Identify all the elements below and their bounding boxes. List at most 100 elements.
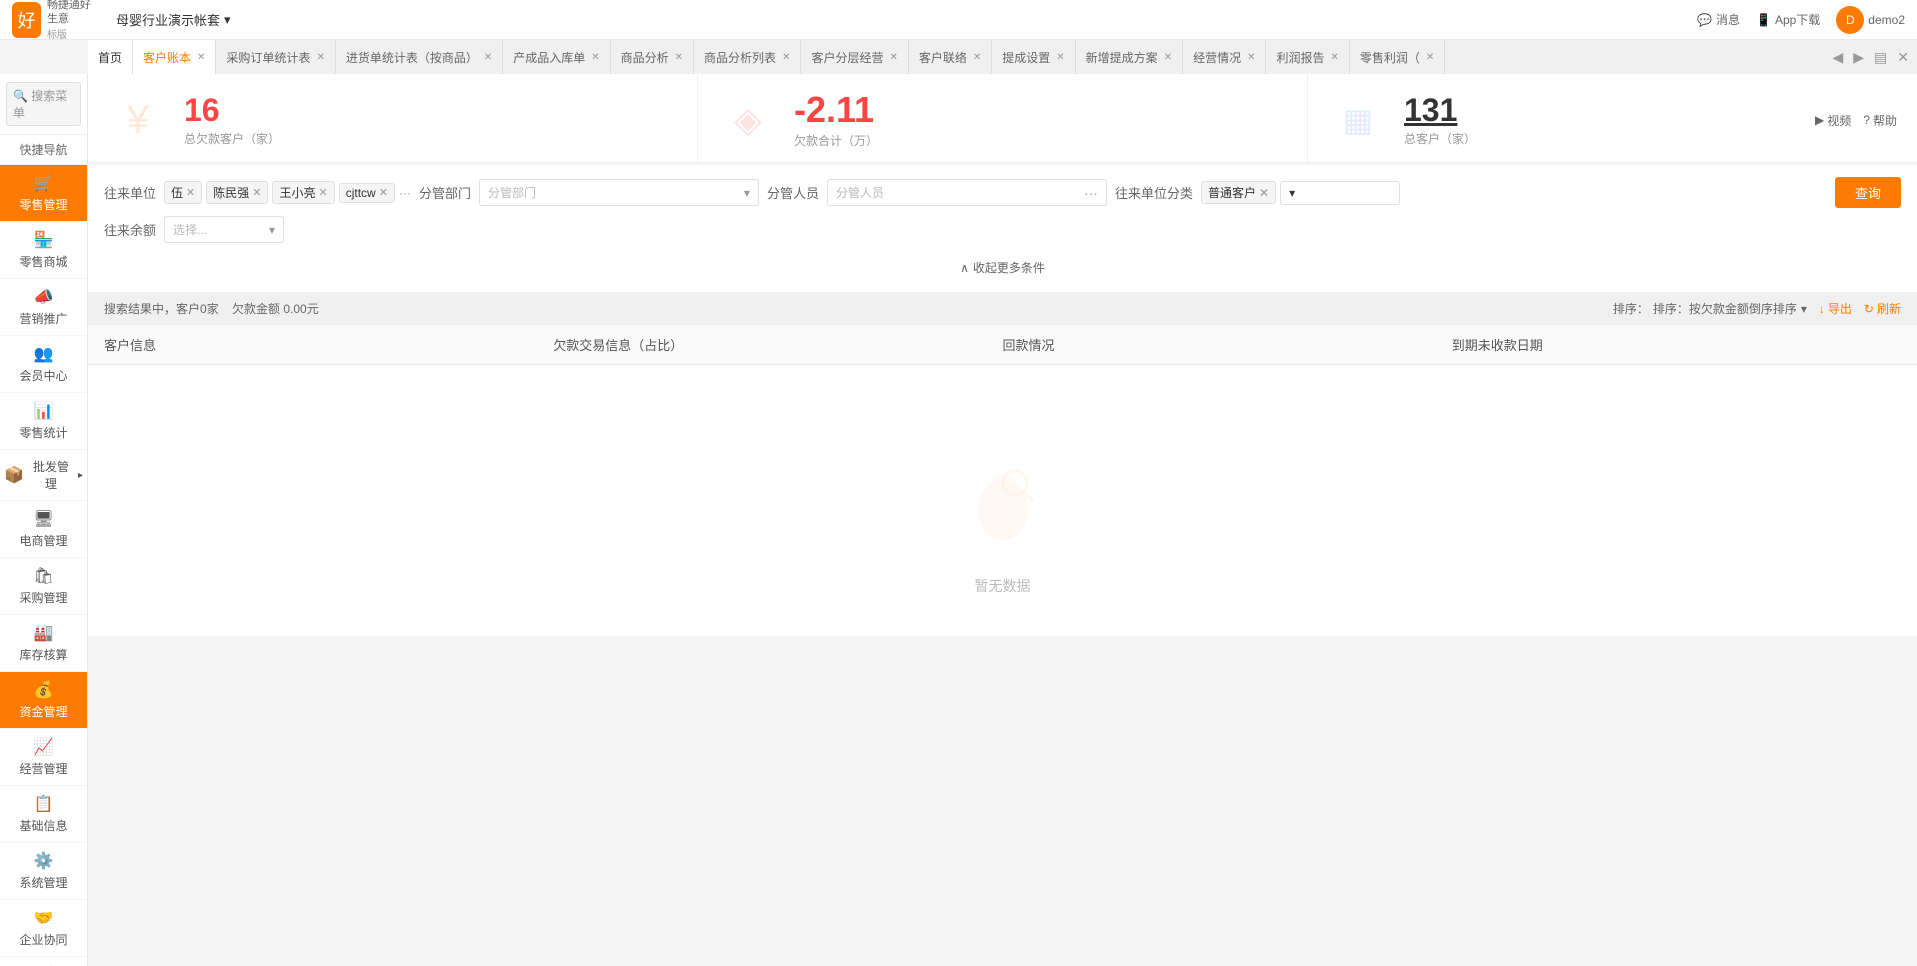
- logo-text: 畅捷通好生意: [47, 0, 100, 26]
- sidebar-item-ecommerce[interactable]: 🖥 电商管理: [0, 501, 87, 558]
- filter-tag-cjttcw[interactable]: cjttcw ✕: [339, 183, 395, 203]
- tab-close-all-btn[interactable]: ✕: [1893, 47, 1913, 68]
- tab-menu-btn[interactable]: ▤: [1870, 47, 1891, 68]
- sidebar-item-wholesale[interactable]: 📦 批发管理 ▸: [0, 450, 87, 501]
- col-header-4: 到期未收款日期: [1452, 335, 1901, 354]
- tab-promote-settings[interactable]: 提成设置 ✕: [992, 40, 1075, 74]
- filter-tag-wu[interactable]: 伍 ✕: [164, 181, 202, 204]
- dots-icon[interactable]: ···: [1084, 185, 1098, 201]
- filter-tag-chen[interactable]: 陈民强 ✕: [206, 181, 268, 204]
- operation-icon: 📈: [34, 737, 54, 757]
- sidebar-item-enterprise[interactable]: 🤝 企业协同: [0, 900, 87, 957]
- tab-label: 新增提成方案: [1086, 49, 1158, 66]
- close-icon[interactable]: ✕: [782, 52, 790, 63]
- main-content: ¥ 16 总欠款客户（家） ◈ -2.11 欠款合计（万） ▦ 131 总客户（…: [88, 74, 1917, 966]
- close-icon[interactable]: ✕: [675, 52, 683, 63]
- search-menu-btn[interactable]: 🔍 搜索菜单: [6, 82, 81, 126]
- sidebar-item-system[interactable]: ⚙️ 系统管理: [0, 843, 87, 900]
- chevron-down-icon: ▾: [1289, 186, 1295, 200]
- close-icon[interactable]: ✕: [316, 52, 324, 63]
- tag-close-icon[interactable]: ✕: [319, 186, 328, 199]
- empty-icon: [88, 445, 1917, 564]
- sidebar: 🔍 搜索菜单 快捷导航 🛒 零售管理 🏪 零售商城 📣 营销推广 👥 会员中心 …: [0, 74, 88, 966]
- sidebar-item-basic-info[interactable]: 📋 基础信息: [0, 786, 87, 843]
- tab-prev-btn[interactable]: ◀: [1828, 47, 1847, 68]
- tab-production[interactable]: 产成品入库单 ✕: [503, 40, 610, 74]
- tab-operation[interactable]: 经营情况 ✕: [1183, 40, 1266, 74]
- close-icon[interactable]: ✕: [1331, 52, 1339, 63]
- tab-label: 利润报告: [1276, 49, 1324, 66]
- shop-icon: 🏪: [34, 230, 54, 250]
- sidebar-item-zero-retail[interactable]: 🛒 零售管理: [0, 165, 87, 222]
- tab-next-btn[interactable]: ▶: [1849, 47, 1868, 68]
- sidebar-item-label: 企业协同: [19, 931, 67, 948]
- close-icon[interactable]: ✕: [1426, 52, 1434, 63]
- tab-customer-contact[interactable]: 客户联络 ✕: [909, 40, 992, 74]
- sidebar-item-retail-mall[interactable]: 🏪 零售商城: [0, 222, 87, 279]
- tag-close-icon[interactable]: ✕: [186, 186, 195, 199]
- classify-label: 往来单位分类: [1115, 183, 1193, 202]
- home-tab-label: 首页: [98, 49, 122, 66]
- sort-label: 排序：: [1613, 300, 1649, 317]
- results-bar-right: 排序： 排序：按欠款金额倒序排序 ▾ ↓ 导出 ↻ 刷新: [1613, 300, 1901, 317]
- sidebar-item-finance[interactable]: 💰 资金管理: [0, 672, 87, 729]
- stat-value-customers: 16: [184, 94, 280, 126]
- close-icon[interactable]: ✕: [1056, 52, 1064, 63]
- tab-new-promote[interactable]: 新增提成方案 ✕: [1076, 40, 1183, 74]
- tab-purchase-order[interactable]: 采购订单统计表 ✕: [216, 40, 335, 74]
- close-icon[interactable]: ✕: [197, 52, 205, 63]
- person-select[interactable]: 分管人员 ···: [827, 179, 1107, 206]
- tag-close-icon[interactable]: ✕: [379, 186, 388, 199]
- stat-card-total: ▦ 131 总客户（家） ▶ 视频 ? 帮助: [1308, 74, 1917, 162]
- sidebar-item-member[interactable]: 👥 会员中心: [0, 336, 87, 393]
- close-icon[interactable]: ✕: [591, 52, 599, 63]
- tab-profit-report[interactable]: 利润报告 ✕: [1266, 40, 1349, 74]
- export-label: 导出: [1828, 300, 1852, 317]
- close-icon[interactable]: ✕: [973, 52, 981, 63]
- stat-label-amount: 欠款合计（万）: [794, 132, 878, 149]
- member-icon: 👥: [34, 344, 54, 364]
- close-icon[interactable]: ✕: [889, 52, 897, 63]
- tab-product-analysis[interactable]: 商品分析 ✕: [611, 40, 694, 74]
- close-icon[interactable]: ✕: [484, 52, 492, 63]
- store-selector[interactable]: 母婴行业演示帐套 ▾: [116, 10, 231, 29]
- sidebar-item-purchase[interactable]: 🛍 采购管理: [0, 558, 87, 615]
- sidebar-item-operation[interactable]: 📈 经营管理: [0, 729, 87, 786]
- tag-close-icon[interactable]: ✕: [1259, 186, 1269, 200]
- user-menu[interactable]: D demo2: [1836, 6, 1905, 34]
- filter-tag-wang[interactable]: 王小亮 ✕: [272, 181, 334, 204]
- sort-select[interactable]: 排序： 排序：按欠款金额倒序排序 ▾: [1613, 300, 1807, 317]
- tab-stock-stats[interactable]: 进货单统计表（按商品） ✕: [336, 40, 503, 74]
- logo-sub: 标版: [47, 26, 100, 41]
- quick-nav-btn[interactable]: 快捷导航: [0, 135, 87, 165]
- classify-tag[interactable]: 普通客户 ✕: [1201, 181, 1276, 204]
- balance-select[interactable]: 选择... ▾: [164, 216, 284, 243]
- tab-customers[interactable]: 客户账本 ✕: [133, 40, 216, 74]
- message-btn[interactable]: 💬 消息: [1697, 11, 1740, 28]
- unit-label: 往来单位: [104, 183, 156, 202]
- tab-home[interactable]: 首页: [88, 40, 133, 74]
- sidebar-item-guide[interactable]: 🚀 新手引导: [0, 957, 87, 966]
- sidebar-item-inventory[interactable]: 🏭 库存核算: [0, 615, 87, 672]
- sidebar-item-marketing[interactable]: 📣 营销推广: [0, 279, 87, 336]
- sidebar-item-label: 营销推广: [19, 310, 67, 327]
- chevron-down-icon: ▾: [1801, 302, 1807, 316]
- dept-select[interactable]: 分管部门 ▾: [479, 179, 759, 206]
- help-link[interactable]: ? 帮助: [1863, 112, 1897, 129]
- refresh-btn[interactable]: ↻ 刷新: [1864, 300, 1901, 317]
- sidebar-item-retail-stats[interactable]: 📊 零售统计: [0, 393, 87, 450]
- logo-area: 好 畅捷通好生意 标版: [12, 0, 100, 41]
- export-btn[interactable]: ↓ 导出: [1819, 300, 1852, 317]
- filter-more-btn[interactable]: ···: [399, 186, 411, 200]
- tab-retail-profit[interactable]: 零售利润（ ✕: [1350, 40, 1445, 74]
- collapse-btn[interactable]: ∧ 收起更多条件: [960, 259, 1045, 276]
- tab-customer-segment[interactable]: 客户分层经营 ✕: [801, 40, 908, 74]
- tag-close-icon[interactable]: ✕: [252, 186, 261, 199]
- query-button[interactable]: 查询: [1835, 177, 1901, 208]
- video-link[interactable]: ▶ 视频: [1815, 112, 1851, 129]
- tab-product-analysis-list[interactable]: 商品分析列表 ✕: [694, 40, 801, 74]
- classify-dropdown[interactable]: ▾: [1280, 181, 1400, 205]
- close-icon[interactable]: ✕: [1164, 52, 1172, 63]
- close-icon[interactable]: ✕: [1247, 52, 1255, 63]
- app-download-btn[interactable]: 📱 App下载: [1756, 11, 1820, 28]
